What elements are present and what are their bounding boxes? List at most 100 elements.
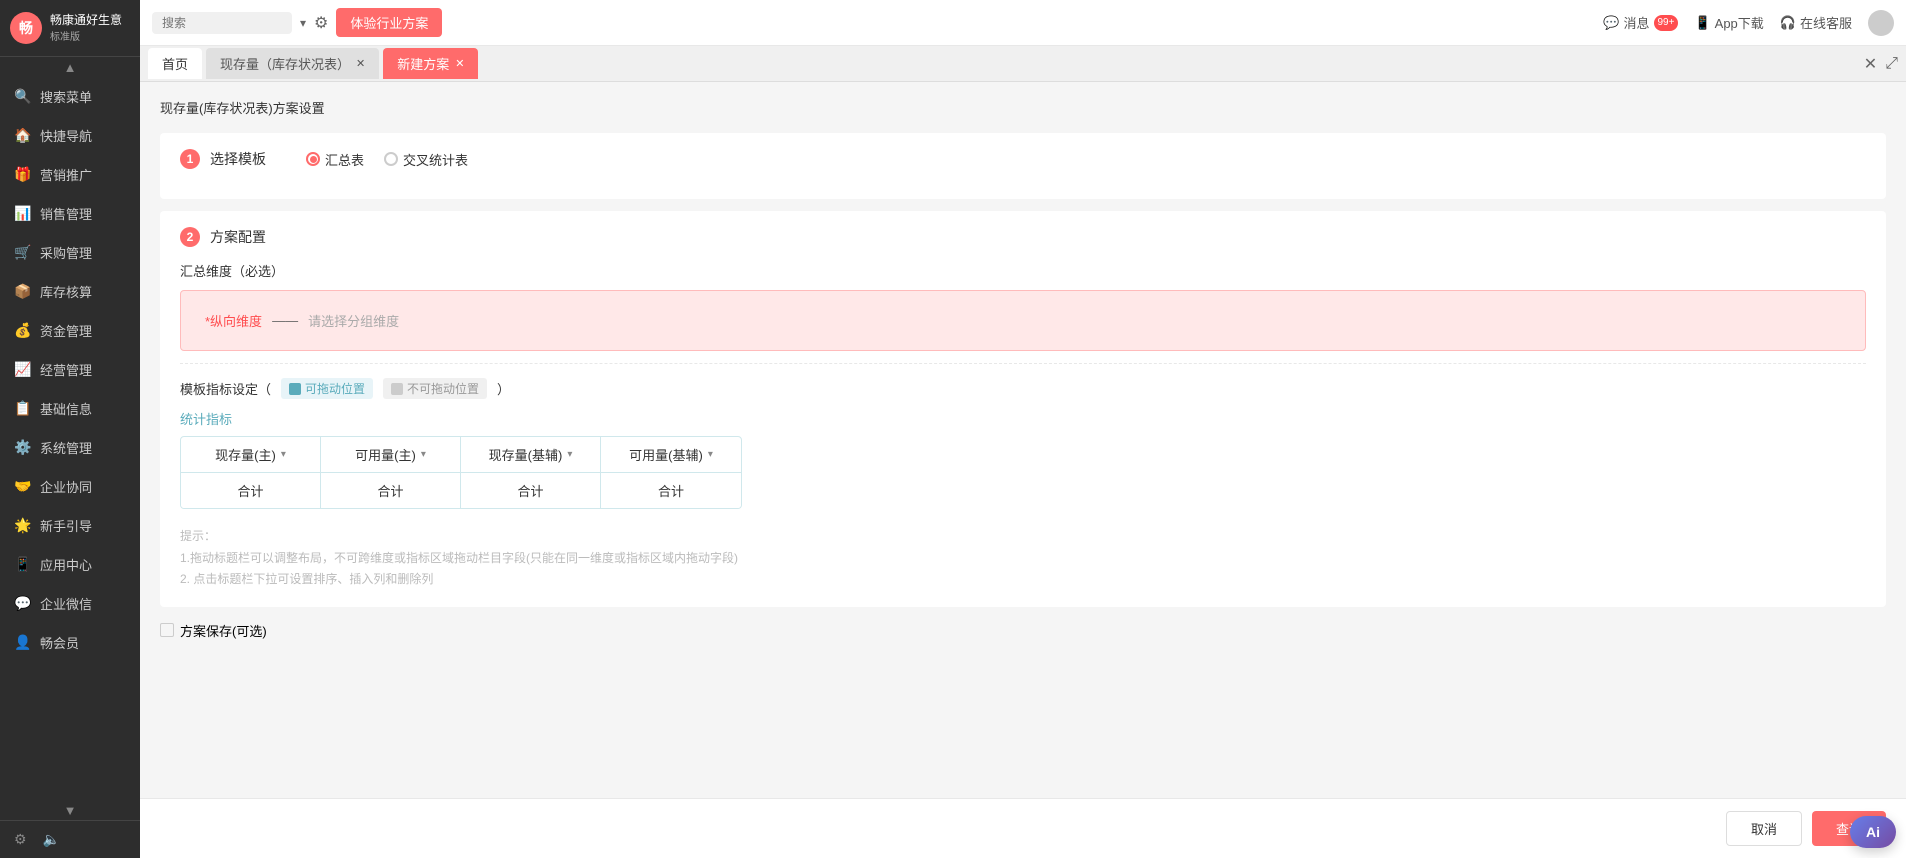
speaker-icon[interactable]: 🔈 — [43, 831, 60, 848]
chevron-3-icon[interactable]: ▾ — [708, 449, 713, 460]
service-icon: 🎧 — [1780, 15, 1796, 31]
page-title: 现存量(库存状况表)方案设置 — [160, 98, 1886, 117]
sidebar-item-sales[interactable]: 📊 销售管理 — [0, 194, 140, 233]
members-icon: 👤 — [14, 634, 32, 652]
sidebar-item-basic-info[interactable]: 📋 基础信息 — [0, 389, 140, 428]
download-icon: 📱 — [1694, 15, 1710, 31]
sidebar-item-marketing[interactable]: 🎁 营销推广 — [0, 155, 140, 194]
tip-1: 1.拖动标题栏可以调整布局，不可跨维度或指标区域拖动栏目字段(只能在同一维度或指… — [180, 548, 1866, 570]
stats-col-0-body: 合计 — [181, 473, 320, 508]
message-badge: 99+ — [1654, 15, 1679, 31]
sidebar-item-label: 营销推广 — [40, 165, 92, 184]
stats-table-header-row: 现存量(主) ▾ 合计 可用量(主) ▾ — [181, 437, 741, 508]
step1-section: 1 选择模板 汇总表 交叉统计表 — [160, 133, 1886, 199]
wechat-icon: 💬 — [14, 595, 32, 613]
dropdown-icon[interactable]: ▾ — [300, 16, 306, 30]
sidebar-item-system[interactable]: ⚙️ 系统管理 — [0, 428, 140, 467]
tab-new-plan-close-icon[interactable]: ✕ — [455, 57, 464, 70]
stats-col-3: 可用量(基辅) ▾ 合计 — [601, 437, 741, 508]
search-input[interactable] — [152, 12, 292, 34]
sidebar-item-members[interactable]: 👤 畅会员 — [0, 623, 140, 662]
chevron-2-icon[interactable]: ▾ — [567, 449, 572, 460]
sidebar-item-label: 企业协同 — [40, 477, 92, 496]
app-download-button[interactable]: 📱 App下载 — [1694, 13, 1763, 32]
tabbar: 首页 现存量（库存状况表） ✕ 新建方案 ✕ ✕ ⤢ — [140, 46, 1906, 82]
sidebar-scroll-up[interactable]: ▲ — [0, 57, 140, 77]
tips-section: 提示： 1.拖动标题栏可以调整布局，不可跨维度或指标区域拖动栏目字段(只能在同一… — [180, 526, 1866, 591]
sidebar-item-purchase[interactable]: 🛒 采购管理 — [0, 233, 140, 272]
indicator-settings: 模板指标设定（ 可拖动位置 不可拖动位置 ） — [180, 378, 1866, 399]
panel-close-icon[interactable]: ✕ — [1864, 54, 1877, 74]
sidebar-item-label: 经营管理 — [40, 360, 92, 379]
user-avatar[interactable] — [1868, 10, 1894, 36]
message-label: 消息 — [1623, 13, 1649, 32]
chevron-1-icon[interactable]: ▾ — [421, 449, 426, 460]
tab-new-plan-label: 新建方案 — [397, 54, 449, 73]
sidebar-item-label: 畅会员 — [40, 633, 79, 652]
app-name: 畅康通好生意 — [50, 13, 122, 29]
sidebar-item-search-menu[interactable]: 🔍 搜索菜单 — [0, 77, 140, 116]
sidebar-item-cooperation[interactable]: 🤝 企业协同 — [0, 467, 140, 506]
stats-col-0: 现存量(主) ▾ 合计 — [181, 437, 321, 508]
sidebar-item-label: 系统管理 — [40, 438, 92, 457]
trial-industry-button[interactable]: 体验行业方案 — [336, 8, 442, 37]
finance-icon: 💰 — [14, 322, 32, 340]
quick-nav-icon: 🏠 — [14, 127, 32, 145]
stats-col-3-header[interactable]: 可用量(基辅) ▾ — [601, 437, 741, 473]
chevron-0-icon[interactable]: ▾ — [281, 449, 286, 460]
sidebar-item-wechat[interactable]: 💬 企业微信 — [0, 584, 140, 623]
message-icon: 💬 — [1603, 15, 1619, 31]
stats-col-1-body: 合计 — [321, 473, 460, 508]
main-area: ▾ ⚙ 体验行业方案 💬 消息 99+ 📱 App下载 🎧 在线客服 首页 — [140, 0, 1906, 858]
tip-label: 提示： — [180, 526, 1866, 548]
stats-col-0-header[interactable]: 现存量(主) ▾ — [181, 437, 320, 473]
message-button[interactable]: 💬 消息 99+ — [1603, 13, 1678, 32]
topbar-settings-icon[interactable]: ⚙ — [314, 13, 328, 33]
step1-header: 1 选择模板 汇总表 交叉统计表 — [180, 149, 1866, 169]
sidebar-scroll-down[interactable]: ▼ — [0, 800, 140, 820]
sidebar-item-new-guide[interactable]: 🌟 新手引导 — [0, 506, 140, 545]
save-option: 方案保存(可选) — [160, 621, 1886, 640]
sidebar-item-quick-nav[interactable]: 🏠 快捷导航 — [0, 116, 140, 155]
purchase-icon: 🛒 — [14, 244, 32, 262]
settings-icon[interactable]: ⚙ — [14, 831, 27, 848]
online-service-label: 在线客服 — [1800, 13, 1852, 32]
indicator-draggable-label: 可拖动位置 — [305, 380, 365, 397]
tab-new-plan[interactable]: 新建方案 ✕ — [383, 48, 478, 79]
save-checkbox[interactable] — [160, 623, 174, 637]
panel-expand-icon[interactable]: ⤢ — [1885, 55, 1898, 73]
indicator-not-draggable-tag: 不可拖动位置 — [383, 378, 487, 399]
step1-title: 选择模板 — [210, 149, 266, 169]
option-cross[interactable]: 交叉统计表 — [384, 150, 468, 169]
topbar: ▾ ⚙ 体验行业方案 💬 消息 99+ 📱 App下载 🎧 在线客服 — [140, 0, 1906, 46]
sales-icon: 📊 — [14, 205, 32, 223]
template-options: 汇总表 交叉统计表 — [306, 150, 468, 169]
sidebar-item-label: 搜索菜单 — [40, 87, 92, 106]
sidebar-item-label: 销售管理 — [40, 204, 92, 223]
step1-badge: 1 — [180, 149, 200, 169]
tab-inventory-close-icon[interactable]: ✕ — [356, 57, 365, 70]
stats-col-1-header[interactable]: 可用量(主) ▾ — [321, 437, 460, 473]
ai-bubble[interactable]: Ai — [1850, 816, 1896, 848]
sidebar-item-finance[interactable]: 💰 资金管理 — [0, 311, 140, 350]
tip-2: 2. 点击标题栏下拉可设置排序、插入列和删除列 — [180, 569, 1866, 591]
stats-col-2-header[interactable]: 现存量(基辅) ▾ — [461, 437, 600, 473]
dimension-placeholder: 请选择分组维度 — [308, 311, 399, 330]
new-guide-icon: 🌟 — [14, 517, 32, 535]
online-service-button[interactable]: 🎧 在线客服 — [1780, 13, 1852, 32]
inventory-icon: 📦 — [14, 283, 32, 301]
dimension-required-text: *纵向维度 — [205, 311, 262, 330]
tab-inventory-status[interactable]: 现存量（库存状况表） ✕ — [206, 48, 379, 79]
marketing-icon: 🎁 — [14, 166, 32, 184]
dimension-section-label: 汇总维度（必选） — [180, 261, 1866, 280]
sidebar-item-app-center[interactable]: 📱 应用中心 — [0, 545, 140, 584]
stats-label: 统计指标 — [180, 409, 1866, 428]
divider1 — [180, 363, 1866, 364]
tab-home[interactable]: 首页 — [148, 48, 202, 79]
sidebar-item-inventory[interactable]: 📦 库存核算 — [0, 272, 140, 311]
cancel-button[interactable]: 取消 — [1726, 811, 1802, 846]
dimension-area[interactable]: *纵向维度 —— 请选择分组维度 — [180, 290, 1866, 351]
step2-section: 2 方案配置 汇总维度（必选） *纵向维度 —— 请选择分组维度 模板指标设定（… — [160, 211, 1886, 607]
sidebar-item-business[interactable]: 📈 经营管理 — [0, 350, 140, 389]
option-summary[interactable]: 汇总表 — [306, 150, 364, 169]
